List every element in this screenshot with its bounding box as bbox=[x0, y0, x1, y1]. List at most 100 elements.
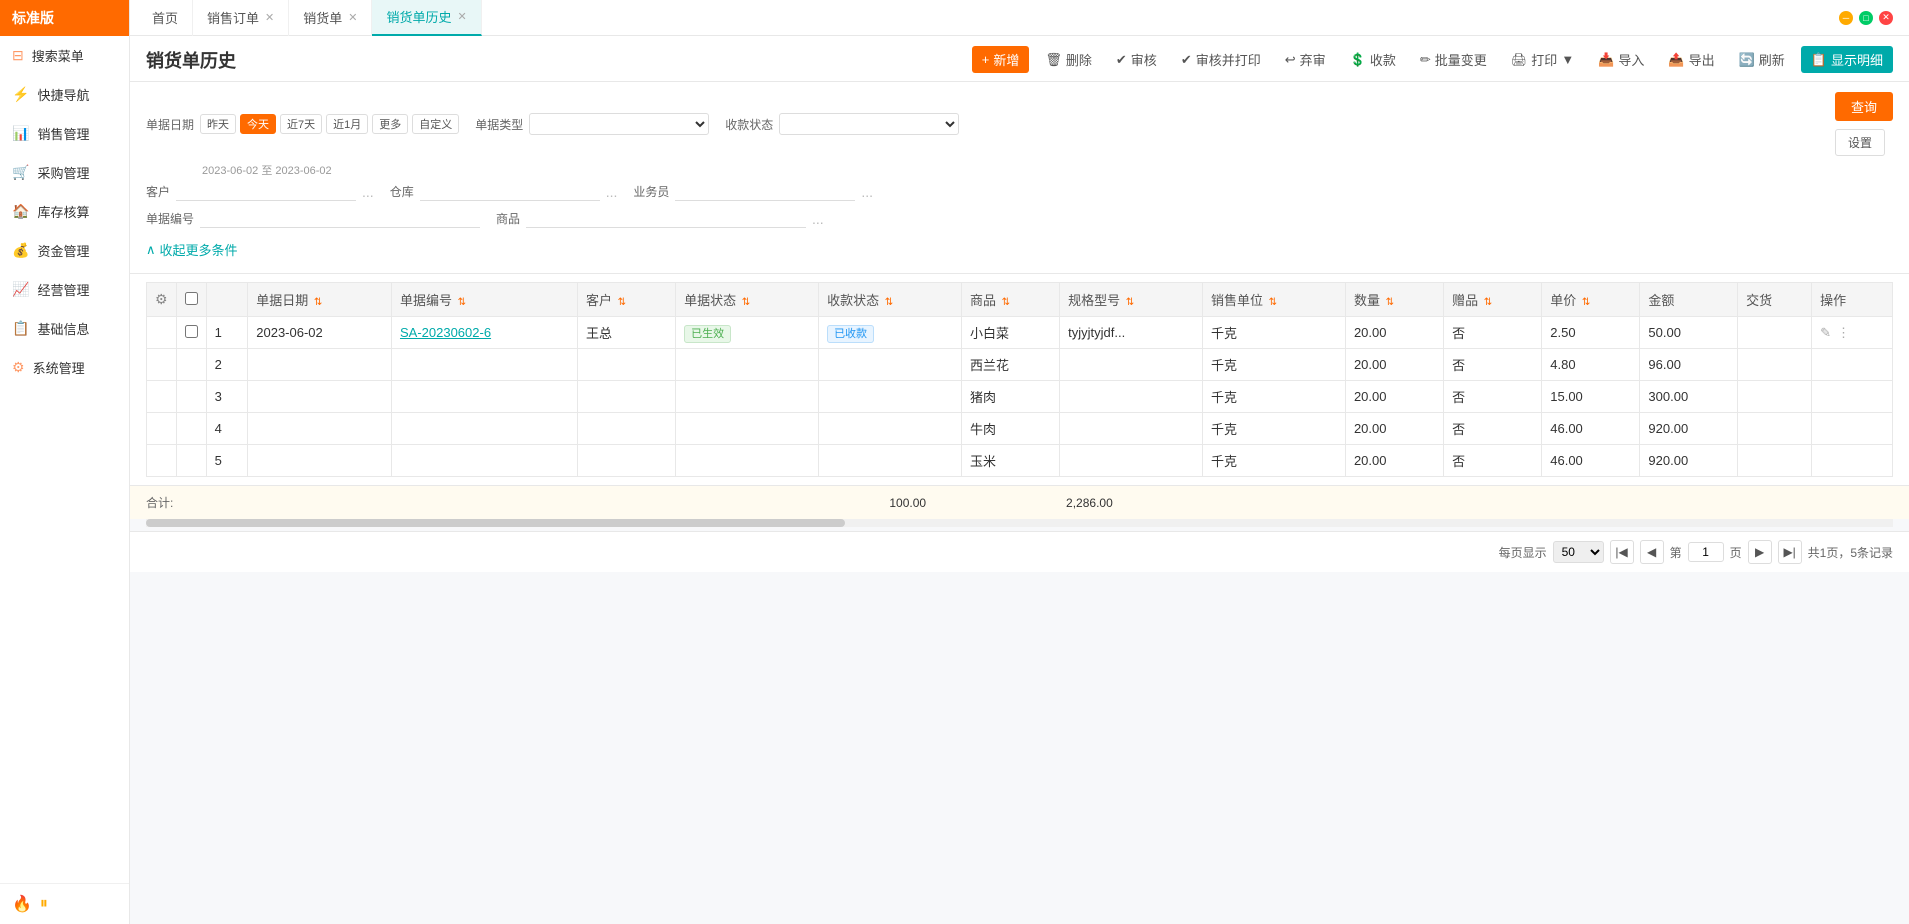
page-number-input[interactable] bbox=[1688, 542, 1724, 562]
sidebar-item-sales[interactable]: 📊 销售管理 bbox=[0, 114, 129, 153]
close-button[interactable]: ✕ bbox=[1879, 11, 1893, 25]
row-order-no-cell bbox=[391, 349, 577, 381]
row-delivery-cell bbox=[1738, 445, 1812, 477]
page-last-button[interactable]: ▶| bbox=[1778, 540, 1802, 564]
pause-icon[interactable]: ⏸ bbox=[40, 895, 48, 913]
col-gift[interactable]: 赠品 ⇅ bbox=[1444, 283, 1542, 317]
col-customer[interactable]: 客户 ⇅ bbox=[578, 283, 676, 317]
col-row-num bbox=[206, 283, 248, 317]
row-gift-cell: 否 bbox=[1444, 413, 1542, 445]
warehouse-input[interactable] bbox=[420, 182, 600, 201]
row-spec-cell bbox=[1060, 413, 1203, 445]
col-order-no[interactable]: 单据编号 ⇅ bbox=[391, 283, 577, 317]
col-goods[interactable]: 商品 ⇅ bbox=[961, 283, 1059, 317]
row-customer-cell bbox=[578, 349, 676, 381]
row-1-checkbox[interactable] bbox=[185, 325, 198, 338]
col-price[interactable]: 单价 ⇅ bbox=[1542, 283, 1640, 317]
salesperson-dots[interactable]: ... bbox=[861, 184, 873, 200]
tab-home[interactable]: 首页 bbox=[138, 0, 193, 36]
batch-change-button[interactable]: ✏ 批量变更 bbox=[1412, 46, 1495, 73]
print-button[interactable]: 🖨 打印 ▼ bbox=[1503, 46, 1582, 73]
import-button[interactable]: 📥 导入 bbox=[1590, 46, 1652, 73]
page-next-button[interactable]: ▶ bbox=[1748, 540, 1772, 564]
row-gift-cell: 否 bbox=[1444, 317, 1542, 349]
delete-button[interactable]: 🗑 删除 bbox=[1037, 46, 1100, 73]
row-qty-cell: 20.00 bbox=[1345, 413, 1443, 445]
new-button[interactable]: + 新增 bbox=[972, 46, 1030, 73]
customer-input[interactable] bbox=[176, 182, 356, 201]
row-checkbox-cell bbox=[176, 381, 206, 413]
order-no-input[interactable] bbox=[200, 209, 480, 228]
tab-sales-order-close[interactable]: ✕ bbox=[265, 11, 274, 24]
date-quick-buttons: 昨天 今天 近7天 近1月 更多 自定义 bbox=[200, 114, 459, 134]
sidebar-item-finance[interactable]: 💰 资金管理 bbox=[0, 231, 129, 270]
page-first-button[interactable]: |◀ bbox=[1610, 540, 1634, 564]
edit-icon[interactable]: ✎ bbox=[1820, 325, 1831, 341]
row-settings-cell bbox=[147, 317, 177, 349]
col-amount: 金额 bbox=[1640, 283, 1738, 317]
payment-status-select[interactable] bbox=[779, 113, 959, 135]
date-btn-today[interactable]: 今天 bbox=[240, 114, 276, 134]
tab-sales-delivery[interactable]: 销货单 ✕ bbox=[289, 0, 372, 36]
collapse-button[interactable]: ∧ 收起更多条件 bbox=[146, 236, 1893, 263]
tab-sales-history[interactable]: 销货单历史 ✕ bbox=[372, 0, 481, 36]
row-goods-cell: 猪肉 bbox=[961, 381, 1059, 413]
maximize-button[interactable]: □ bbox=[1859, 11, 1873, 25]
row-delivery-cell bbox=[1738, 317, 1812, 349]
date-range-display: 2023-06-02 至 2023-06-02 bbox=[202, 162, 332, 178]
approve-print-button[interactable]: ✔ 审核并打印 bbox=[1173, 46, 1269, 73]
warehouse-dots[interactable]: ... bbox=[606, 184, 618, 200]
date-btn-more[interactable]: 更多 bbox=[372, 114, 408, 134]
sidebar-item-purchase[interactable]: 🛒 采购管理 bbox=[0, 153, 129, 192]
sidebar-item-search[interactable]: ⊟ 搜索菜单 bbox=[0, 36, 129, 75]
abandon-button[interactable]: ↩ 弃审 bbox=[1277, 46, 1334, 73]
sidebar-item-operations[interactable]: 📈 经营管理 bbox=[0, 270, 129, 309]
approve-button[interactable]: ✔ 审核 bbox=[1108, 46, 1165, 73]
salesperson-input[interactable] bbox=[675, 182, 855, 201]
collect-button[interactable]: 💲 收款 bbox=[1342, 46, 1404, 73]
fire-icon[interactable]: 🔥 bbox=[12, 894, 32, 914]
sidebar-item-quick-nav[interactable]: ⚡ 快捷导航 bbox=[0, 75, 129, 114]
collapse-label: 收起更多条件 bbox=[160, 240, 238, 259]
refresh-button[interactable]: 🔄 刷新 bbox=[1731, 46, 1793, 73]
minimize-button[interactable]: ─ bbox=[1839, 11, 1853, 25]
col-spec[interactable]: 规格型号 ⇅ bbox=[1060, 283, 1203, 317]
show-detail-button[interactable]: 📋 显示明细 bbox=[1801, 46, 1893, 73]
doc-type-select[interactable] bbox=[529, 113, 709, 135]
filter-payment-status: 收款状态 bbox=[725, 113, 959, 135]
order-no-sort-icon: ⇅ bbox=[458, 297, 466, 308]
date-label: 单据日期 bbox=[146, 116, 194, 133]
col-doc-status[interactable]: 单据状态 ⇅ bbox=[676, 283, 819, 317]
col-unit[interactable]: 销售单位 ⇅ bbox=[1203, 283, 1346, 317]
query-button[interactable]: 查询 bbox=[1835, 92, 1893, 121]
sidebar-item-base-info[interactable]: 📋 基础信息 bbox=[0, 309, 129, 348]
export-button[interactable]: 📤 导出 bbox=[1660, 46, 1722, 73]
sidebar-item-system[interactable]: ⚙ 系统管理 bbox=[0, 348, 129, 387]
main-area: 首页 销售订单 ✕ 销货单 ✕ 销货单历史 ✕ ─ □ ✕ 销货单历史 + bbox=[130, 0, 1909, 924]
refresh-icon: 🔄 bbox=[1739, 52, 1755, 68]
sidebar-item-inventory[interactable]: 🏠 库存核算 bbox=[0, 192, 129, 231]
date-btn-7days[interactable]: 近7天 bbox=[280, 114, 322, 134]
col-qty[interactable]: 数量 ⇅ bbox=[1345, 283, 1443, 317]
select-all-checkbox[interactable] bbox=[185, 292, 198, 305]
order-no-link[interactable]: SA-20230602-6 bbox=[400, 325, 491, 340]
tab-sales-history-close[interactable]: ✕ bbox=[458, 10, 467, 23]
date-btn-yesterday[interactable]: 昨天 bbox=[200, 114, 236, 134]
date-btn-custom[interactable]: 自定义 bbox=[412, 114, 459, 134]
customer-dots[interactable]: ... bbox=[362, 184, 374, 200]
row-spec-cell: tyjyjtyjdf... bbox=[1060, 317, 1203, 349]
col-date[interactable]: 单据日期 ⇅ bbox=[248, 283, 392, 317]
tab-sales-delivery-close[interactable]: ✕ bbox=[348, 11, 357, 24]
page-prev-button[interactable]: ◀ bbox=[1640, 540, 1664, 564]
goods-input[interactable] bbox=[526, 209, 806, 228]
goods-dots[interactable]: ... bbox=[812, 211, 824, 227]
tab-sales-order[interactable]: 销售订单 ✕ bbox=[193, 0, 289, 36]
row-customer-cell: 王总 bbox=[578, 317, 676, 349]
table-settings-icon[interactable]: ⚙ bbox=[155, 291, 168, 307]
row-amount-cell: 920.00 bbox=[1640, 413, 1738, 445]
settings-button[interactable]: 设置 bbox=[1835, 129, 1885, 156]
more-icon[interactable]: ⋮ bbox=[1837, 325, 1850, 341]
page-size-select[interactable]: 50 20 100 bbox=[1553, 541, 1604, 563]
col-payment-status[interactable]: 收款状态 ⇅ bbox=[819, 283, 962, 317]
date-btn-1month[interactable]: 近1月 bbox=[326, 114, 368, 134]
